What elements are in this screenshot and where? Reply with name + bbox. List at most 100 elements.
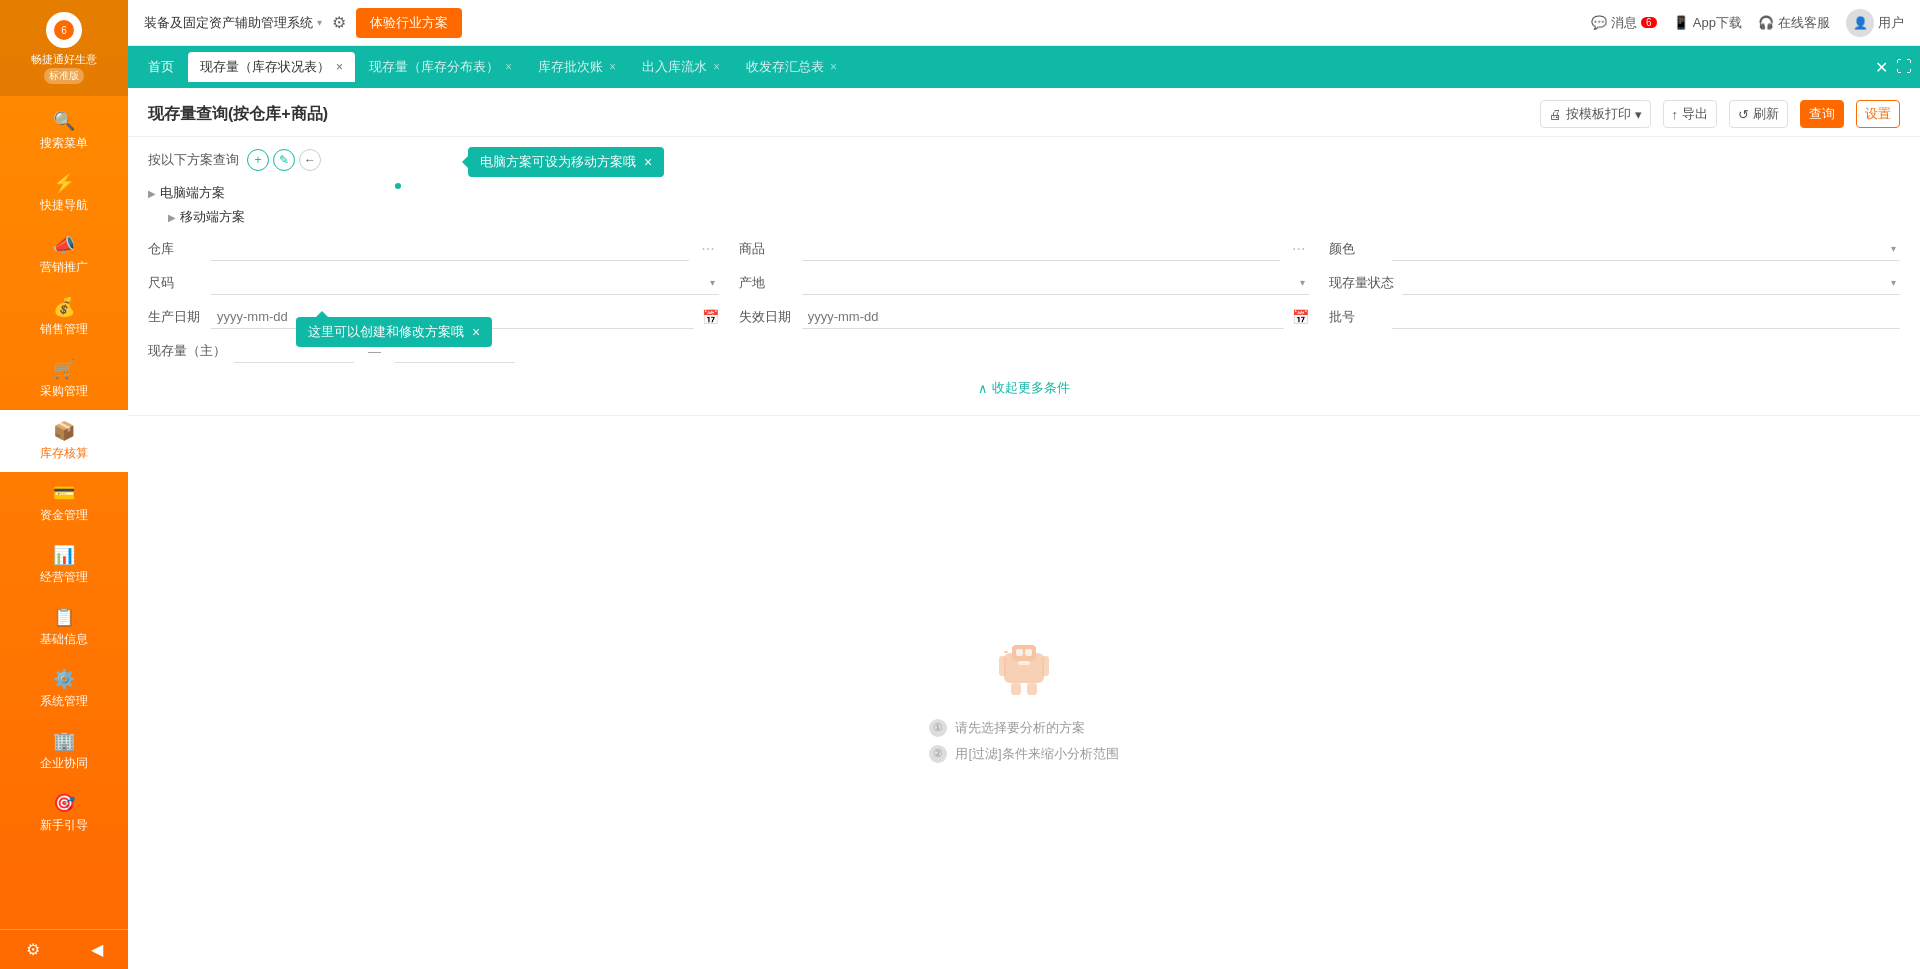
sidebar-item-label: 经营管理	[40, 569, 88, 586]
warehouse-input[interactable]	[211, 237, 689, 261]
tab-close-icon[interactable]: ×	[336, 60, 343, 74]
inventory-icon: 📦	[53, 420, 75, 442]
sidebar-item-business[interactable]: 📊 经营管理	[0, 534, 128, 596]
origin-label: 产地	[739, 274, 794, 292]
filter-row-2: 尺码 ▾ 产地 ▾	[148, 271, 1900, 295]
edit-icon: ✎	[279, 153, 289, 167]
enterprise-icon: 🏢	[53, 730, 75, 752]
sidebar-item-finance[interactable]: 💳 资金管理	[0, 472, 128, 534]
tabbar: 首页 现存量（库存状况表） × 现存量（库存分布表） × 库存批次账 × 出入库…	[128, 46, 1920, 88]
sidebar-item-enterprise[interactable]: 🏢 企业协同	[0, 720, 128, 782]
system-selector[interactable]: 装备及固定资产辅助管理系统 ▾	[144, 14, 322, 32]
product-dots-icon[interactable]: ···	[1288, 240, 1309, 258]
newbie-icon: 🎯	[53, 792, 75, 814]
edit-scheme-btn[interactable]: ✎	[273, 149, 295, 171]
tab-batch-account[interactable]: 库存批次账 ×	[526, 52, 628, 82]
filter-color: 颜色 ▾	[1329, 237, 1900, 261]
origin-select-wrap: ▾	[802, 271, 1310, 295]
tab-in-out-flow[interactable]: 出入库流水 ×	[630, 52, 732, 82]
product-input[interactable]	[802, 237, 1280, 261]
basic-icon: 📋	[53, 606, 75, 628]
user-menu-btn[interactable]: 👤 用户	[1846, 9, 1904, 37]
sidebar-item-marketing[interactable]: 📣 营销推广	[0, 224, 128, 286]
batch-no-input[interactable]	[1392, 305, 1900, 329]
sidebar-item-system[interactable]: ⚙️ 系统管理	[0, 658, 128, 720]
topbar-settings-icon[interactable]: ⚙	[332, 13, 346, 32]
sidebar-item-newbie[interactable]: 🎯 新手引导	[0, 782, 128, 844]
product-label: 商品	[739, 240, 794, 258]
sidebar-item-purchase[interactable]: 🛒 采购管理	[0, 348, 128, 410]
sales-icon: 💰	[53, 296, 75, 318]
size-select[interactable]	[211, 271, 719, 294]
user-label: 用户	[1878, 14, 1904, 32]
sidebar-item-search[interactable]: 🔍 搜索菜单	[0, 100, 128, 162]
chevron-down-icon: ▾	[1635, 107, 1642, 122]
sidebar-settings-btn[interactable]: ⚙	[26, 940, 40, 959]
sidebar: 6 畅捷通好生意 标准版 🔍 搜索菜单 ⚡ 快捷导航 📣 营销推广 💰 销售管理…	[0, 0, 128, 969]
query-btn[interactable]: 查询	[1800, 100, 1844, 128]
print-template-btn[interactable]: 🖨 按模板打印 ▾	[1540, 100, 1651, 128]
tab-recv-summary[interactable]: 收发存汇总表 ×	[734, 52, 849, 82]
color-label: 颜色	[1329, 240, 1384, 258]
filter-expire-date: 失效日期 📅	[739, 305, 1310, 329]
export-btn[interactable]: ↑ 导出	[1663, 100, 1718, 128]
sidebar-item-sales[interactable]: 💰 销售管理	[0, 286, 128, 348]
tabbar-right: ✕ ⛶	[1875, 58, 1912, 77]
scheme-mobile-node[interactable]: ▶ 移动端方案	[148, 205, 1900, 229]
tab-close-all-icon[interactable]: ✕	[1875, 58, 1888, 77]
svg-rect-6	[1018, 661, 1030, 665]
sidebar-item-label: 系统管理	[40, 693, 88, 710]
tooltip-edit-text: 这里可以创建和修改方案哦	[308, 323, 464, 341]
sidebar-item-label: 资金管理	[40, 507, 88, 524]
tab-close-icon[interactable]: ×	[609, 60, 616, 74]
online-service-btn[interactable]: 🎧 在线客服	[1758, 14, 1830, 32]
sidebar-item-basic[interactable]: 📋 基础信息	[0, 596, 128, 658]
warehouse-dots-icon[interactable]: ···	[697, 240, 718, 258]
refresh-btn[interactable]: ↺ 刷新	[1729, 100, 1788, 128]
sidebar-item-inventory[interactable]: 📦 库存核算	[0, 410, 128, 472]
origin-select[interactable]	[802, 271, 1310, 294]
collapse-label: 收起更多条件	[992, 379, 1070, 397]
scheme-pc-node[interactable]: ▶ 电脑端方案	[148, 181, 1900, 205]
back-icon: ←	[304, 153, 316, 167]
svg-rect-3	[1012, 645, 1036, 661]
message-btn[interactable]: 💬 消息 6	[1591, 14, 1657, 32]
calendar-icon[interactable]: 📅	[1292, 309, 1309, 325]
app-download-btn[interactable]: 📱 App下载	[1673, 14, 1742, 32]
app-icon: 📱	[1673, 15, 1689, 30]
svg-rect-9	[1011, 683, 1021, 695]
tab-fullscreen-icon[interactable]: ⛶	[1896, 58, 1912, 76]
experience-button[interactable]: 体验行业方案	[356, 8, 462, 38]
scheme-mobile-label: 移动端方案	[180, 208, 245, 226]
tooltip-edit-close[interactable]: ×	[472, 324, 480, 340]
tooltip-pc-close[interactable]: ×	[644, 154, 652, 170]
scheme-pc-label: 电脑端方案	[160, 184, 225, 202]
tab-inventory-status[interactable]: 现存量（库存状况表） ×	[188, 52, 355, 82]
purchase-icon: 🛒	[53, 358, 75, 380]
sidebar-item-label: 搜索菜单	[40, 135, 88, 152]
user-avatar: 👤	[1846, 9, 1874, 37]
tab-inventory-dist[interactable]: 现存量（库存分布表） ×	[357, 52, 524, 82]
sidebar-item-quick-nav[interactable]: ⚡ 快捷导航	[0, 162, 128, 224]
collapse-row[interactable]: ∧ 收起更多条件	[148, 373, 1900, 403]
stock-status-label: 现存量状态	[1329, 274, 1394, 292]
expire-date-input[interactable]	[802, 305, 1285, 329]
add-scheme-btn[interactable]: +	[247, 149, 269, 171]
back-btn[interactable]: ←	[299, 149, 321, 171]
main-content: 装备及固定资产辅助管理系统 ▾ ⚙ 体验行业方案 💬 消息 6 📱 App下载 …	[128, 0, 1920, 969]
tab-home[interactable]: 首页	[136, 52, 186, 82]
tab-close-icon[interactable]: ×	[505, 60, 512, 74]
color-select[interactable]	[1392, 237, 1900, 260]
empty-tip-2: ② 用[过滤]条件来缩小分析范围	[929, 745, 1118, 763]
tab-close-icon[interactable]: ×	[713, 60, 720, 74]
tab-inventory-dist-label: 现存量（库存分布表）	[369, 58, 499, 76]
calendar-icon[interactable]: 📅	[702, 309, 719, 325]
stock-status-select[interactable]	[1402, 271, 1900, 294]
sidebar-collapse-btn[interactable]: ◀	[91, 940, 103, 959]
svg-rect-10	[1027, 683, 1037, 695]
tab-close-icon[interactable]: ×	[830, 60, 837, 74]
search-icon: 🔍	[53, 110, 75, 132]
settings-btn[interactable]: 设置	[1856, 100, 1900, 128]
tooltip-indicator	[393, 181, 403, 191]
tab-recv-summary-label: 收发存汇总表	[746, 58, 824, 76]
